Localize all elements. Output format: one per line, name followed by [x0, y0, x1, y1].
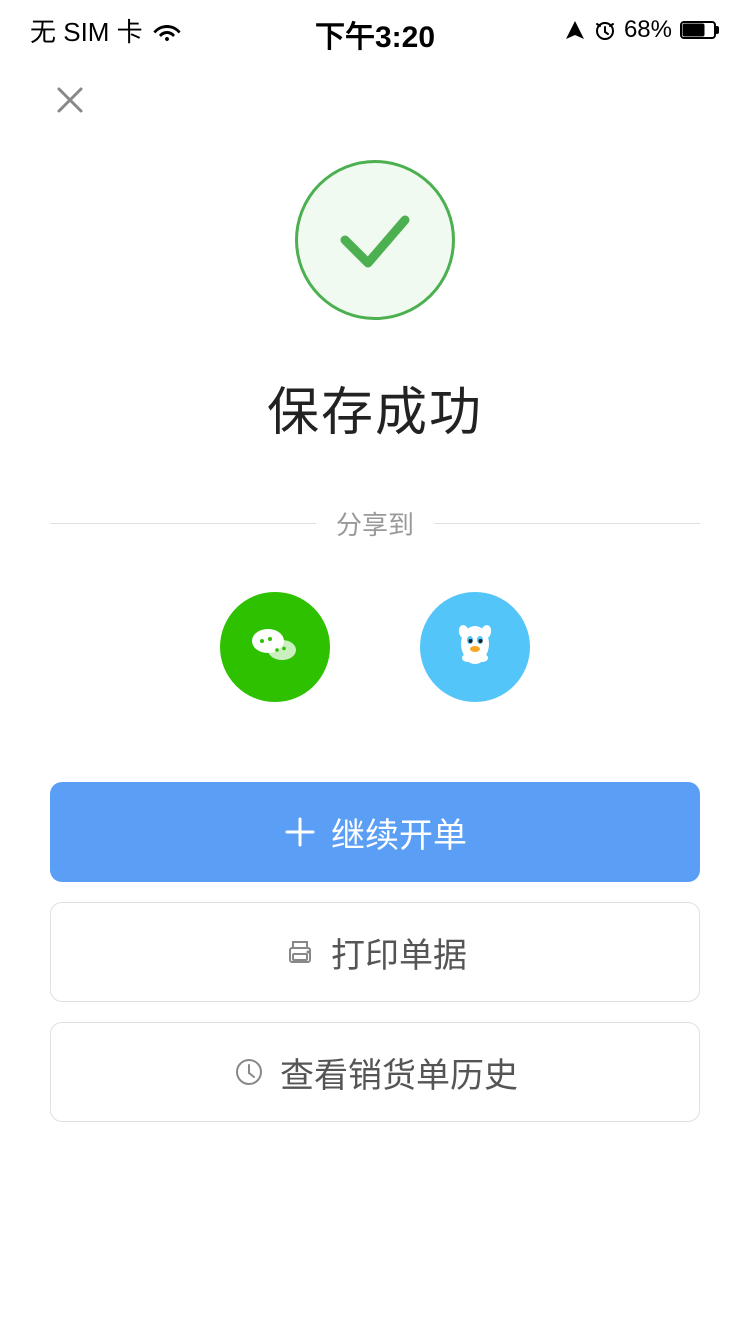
status-left: 无 SIM 卡 [30, 12, 181, 49]
location-icon [564, 19, 586, 41]
divider-line-left [50, 523, 316, 524]
print-button[interactable]: 打印单据 [50, 902, 700, 1002]
battery-icon [680, 20, 720, 40]
no-sim-text: 无 SIM 卡 [30, 12, 143, 49]
share-icons-container [220, 592, 530, 702]
checkmark-icon [330, 195, 420, 285]
plus-icon [283, 815, 317, 849]
success-title: 保存成功 [267, 370, 483, 445]
wifi-icon [153, 19, 181, 41]
alarm-icon [594, 19, 616, 41]
main-content: 保存成功 分享到 [0, 60, 750, 1122]
action-buttons-container: 继续开单 打印单据 查看销货单历史 [50, 782, 700, 1122]
history-label: 查看销货单历史 [280, 1048, 518, 1097]
battery-percent: 68% [624, 16, 672, 44]
printer-icon [283, 935, 317, 969]
divider-line-right [434, 523, 700, 524]
qq-icon [442, 614, 508, 680]
close-button[interactable] [40, 70, 100, 130]
status-time: 下午3:20 [315, 12, 435, 56]
status-bar: 无 SIM 卡 下午3:20 68% [0, 0, 750, 60]
continue-label: 继续开单 [331, 808, 467, 857]
share-divider: 分享到 [50, 505, 700, 542]
success-icon-circle [295, 160, 455, 320]
wechat-share-button[interactable] [220, 592, 330, 702]
print-label: 打印单据 [331, 928, 467, 977]
share-label: 分享到 [336, 505, 414, 542]
history-button[interactable]: 查看销货单历史 [50, 1022, 700, 1122]
continue-button[interactable]: 继续开单 [50, 782, 700, 882]
qq-share-button[interactable] [420, 592, 530, 702]
wechat-icon [242, 614, 308, 680]
clock-icon [232, 1055, 266, 1089]
status-right: 68% [564, 16, 720, 44]
